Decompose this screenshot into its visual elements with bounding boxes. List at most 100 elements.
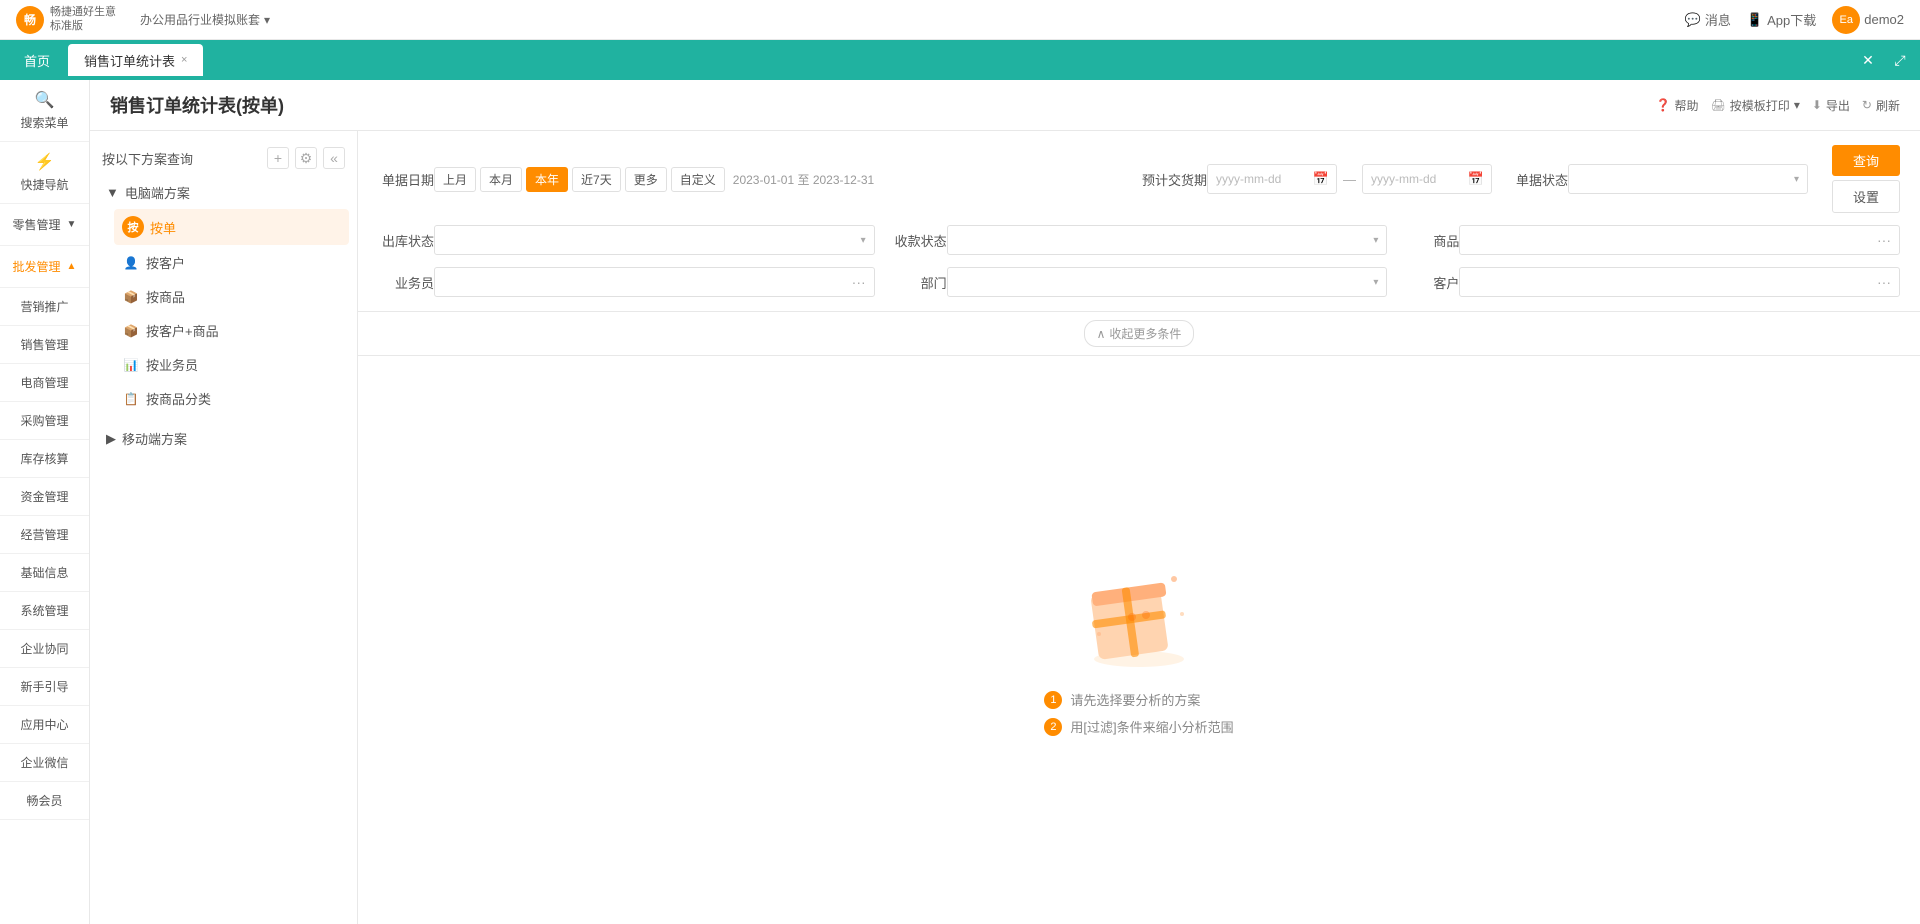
salesperson-select[interactable]: ··· (434, 267, 875, 297)
empty-svg (1074, 544, 1204, 674)
scheme-by-product-label: 按商品 (146, 287, 185, 306)
add-scheme-button[interactable]: + (267, 147, 289, 169)
tab-order-stat[interactable]: 销售订单统计表 × (68, 44, 203, 76)
collapse-more-conditions-button[interactable]: ∧ 收起更多条件 (1084, 320, 1195, 347)
receipt-status-dropdown-icon: ▾ (1373, 235, 1378, 246)
department-section: 部门 ▾ (891, 267, 1388, 297)
sidebar-item-newcomer[interactable]: 新手引导 (0, 668, 89, 706)
hint-2-number: 2 (1044, 718, 1062, 736)
sidebar-item-search-menu[interactable]: 🔍 搜索菜单 (0, 80, 89, 142)
logo-area: 畅 畅捷通好生意 标准版 (16, 6, 116, 34)
query-button[interactable]: 查询 (1832, 145, 1900, 176)
sidebar-item-inventory[interactable]: 库存核算 (0, 440, 89, 478)
sidebar-item-enterprise[interactable]: 企业协同 (0, 630, 89, 668)
scheme-settings-button[interactable]: ⚙ (295, 147, 317, 169)
tab-home[interactable]: 首页 (8, 44, 66, 76)
print-dropdown-icon: ▾ (1794, 98, 1800, 112)
custom-button[interactable]: 自定义 (671, 167, 725, 192)
sidebar-label-sales: 销售管理 (20, 336, 68, 353)
expected-date-from-input[interactable] (1207, 164, 1337, 194)
customer-more-icon[interactable]: ··· (1877, 274, 1891, 290)
search-icon: 🔍 (35, 90, 55, 110)
main-layout: 🔍 搜索菜单 ⚡ 快捷导航 零售管理 ▼ 批发管理 ▲ 营销推广 销售管理 电商… (0, 80, 1920, 924)
tab-close-icon[interactable]: × (181, 54, 187, 66)
mobile-scheme-parent[interactable]: ▶ 移动端方案 (98, 423, 349, 454)
logo-text: 畅捷通好生意 标准版 (50, 6, 116, 32)
status-label: 单据状态 (1508, 170, 1568, 189)
result-area: 1 请先选择要分析的方案 2 用[过滤]条件来缩小分析范围 (358, 356, 1920, 924)
sidebar-item-quick-nav[interactable]: ⚡ 快捷导航 (0, 142, 89, 204)
salesperson-more-icon[interactable]: ··· (852, 274, 866, 290)
sidebar-item-app-center[interactable]: 应用中心 (0, 706, 89, 744)
empty-hints: 1 请先选择要分析的方案 2 用[过滤]条件来缩小分析范围 (1044, 690, 1233, 736)
wholesale-arrow-icon: ▲ (67, 261, 77, 272)
scheme-by-product[interactable]: 📦 按商品 (114, 280, 349, 313)
sidebar-item-basic[interactable]: 基础信息 (0, 554, 89, 592)
sidebar-item-system[interactable]: 系统管理 (0, 592, 89, 630)
this-year-button[interactable]: 本年 (526, 167, 568, 192)
sidebar-label-purchase: 采购管理 (20, 412, 68, 429)
tab-home-label: 首页 (24, 51, 50, 70)
mobile-scheme-group: ▶ 移动端方案 (90, 423, 357, 454)
left-panel: 按以下方案查询 + ⚙ « ▼ 电脑端方案 按 按 (90, 131, 358, 924)
sidebar-item-wechat[interactable]: 企业微信 (0, 744, 89, 782)
template-print-button[interactable]: 🖨 按模板打印 ▾ (1711, 97, 1800, 114)
more-button[interactable]: 更多 (625, 167, 667, 192)
sidebar-item-retail[interactable]: 零售管理 ▼ (0, 204, 89, 246)
export-button[interactable]: ⬇ 导出 (1812, 97, 1850, 114)
last-month-button[interactable]: 上月 (434, 167, 476, 192)
filter-row-3: 业务员 ··· 部门 ▾ (378, 267, 1900, 297)
page-header-actions: ❓ 帮助 🖨 按模板打印 ▾ ⬇ 导出 ↻ 刷新 (1656, 97, 1900, 114)
collapse-panel-button[interactable]: « (323, 147, 345, 169)
last-7-days-button[interactable]: 近7天 (572, 167, 621, 192)
status-select[interactable]: ▾ (1568, 164, 1808, 194)
sidebar-item-sales[interactable]: 销售管理 (0, 326, 89, 364)
scheme-by-salesperson[interactable]: 📊 按业务员 (114, 348, 349, 381)
settings-button[interactable]: 设置 (1832, 180, 1900, 213)
customer-select[interactable]: ··· (1459, 267, 1900, 297)
refresh-button[interactable]: ↻ 刷新 (1862, 97, 1900, 114)
sidebar-item-finance[interactable]: 资金管理 (0, 478, 89, 516)
hint-2-text: 用[过滤]条件来缩小分析范围 (1070, 717, 1233, 736)
sidebar-item-wholesale[interactable]: 批发管理 ▲ (0, 246, 89, 288)
sidebar-item-marketing[interactable]: 营销推广 (0, 288, 89, 326)
desktop-scheme-parent[interactable]: ▼ 电脑端方案 (98, 177, 349, 208)
hint-1-text: 请先选择要分析的方案 (1070, 690, 1200, 709)
sidebar-item-member[interactable]: 畅会员 (0, 782, 89, 820)
goods-more-icon[interactable]: ··· (1877, 232, 1891, 248)
expected-date-to-input[interactable] (1362, 164, 1492, 194)
top-bar-left: 畅 畅捷通好生意 标准版 办公用品行业模拟账套 ▾ (16, 6, 270, 34)
receipt-status-select[interactable]: ▾ (947, 225, 1388, 255)
filter-row-2: 出库状态 ▾ 收款状态 ▾ (378, 225, 1900, 255)
help-button[interactable]: ❓ 帮助 (1656, 97, 1699, 114)
empty-state: 1 请先选择要分析的方案 2 用[过滤]条件来缩小分析范围 (1044, 544, 1233, 736)
content-area: 销售订单统计表(按单) ❓ 帮助 🖨 按模板打印 ▾ ⬇ 导出 ↻ 刷新 (90, 80, 1920, 924)
collapse-label: 收起更多条件 (1109, 325, 1181, 342)
goods-select[interactable]: ··· (1459, 225, 1900, 255)
sidebar: 🔍 搜索菜单 ⚡ 快捷导航 零售管理 ▼ 批发管理 ▲ 营销推广 销售管理 电商… (0, 80, 90, 924)
tab-expand-button[interactable]: ⤢ (1888, 48, 1912, 72)
scheme-by-customer-label: 按客户 (146, 253, 185, 272)
scheme-by-product-cat[interactable]: 📋 按商品分类 (114, 382, 349, 415)
date-separator: — (1343, 172, 1356, 187)
top-bar-right: 💬 消息 📱 App下载 Ea demo2 (1685, 6, 1904, 34)
app-download-button[interactable]: 📱 App下载 (1747, 10, 1816, 29)
this-month-button[interactable]: 本月 (480, 167, 522, 192)
ship-status-select[interactable]: ▾ (434, 225, 875, 255)
message-button[interactable]: 💬 消息 (1685, 10, 1731, 29)
sidebar-item-ecommerce[interactable]: 电商管理 (0, 364, 89, 402)
tab-close-window-button[interactable]: ✕ (1856, 48, 1880, 72)
sidebar-item-purchase[interactable]: 采购管理 (0, 402, 89, 440)
quick-nav-icon: ⚡ (35, 152, 55, 172)
breadcrumb-area: 办公用品行业模拟账套 ▾ (140, 11, 270, 28)
avatar: Ea (1832, 6, 1860, 34)
ship-status-label: 出库状态 (378, 231, 434, 250)
user-avatar-area[interactable]: Ea demo2 (1832, 6, 1904, 34)
department-select[interactable]: ▾ (947, 267, 1388, 297)
sidebar-item-operation[interactable]: 经营管理 (0, 516, 89, 554)
scheme-by-customer[interactable]: 👤 按客户 (114, 246, 349, 279)
scheme-by-order[interactable]: 按 按单 (114, 209, 349, 245)
scheme-by-cust-prod[interactable]: 📦 按客户+商品 (114, 314, 349, 347)
ship-status-dropdown-icon: ▾ (861, 235, 866, 246)
goods-section: 商品 ··· (1403, 225, 1900, 255)
